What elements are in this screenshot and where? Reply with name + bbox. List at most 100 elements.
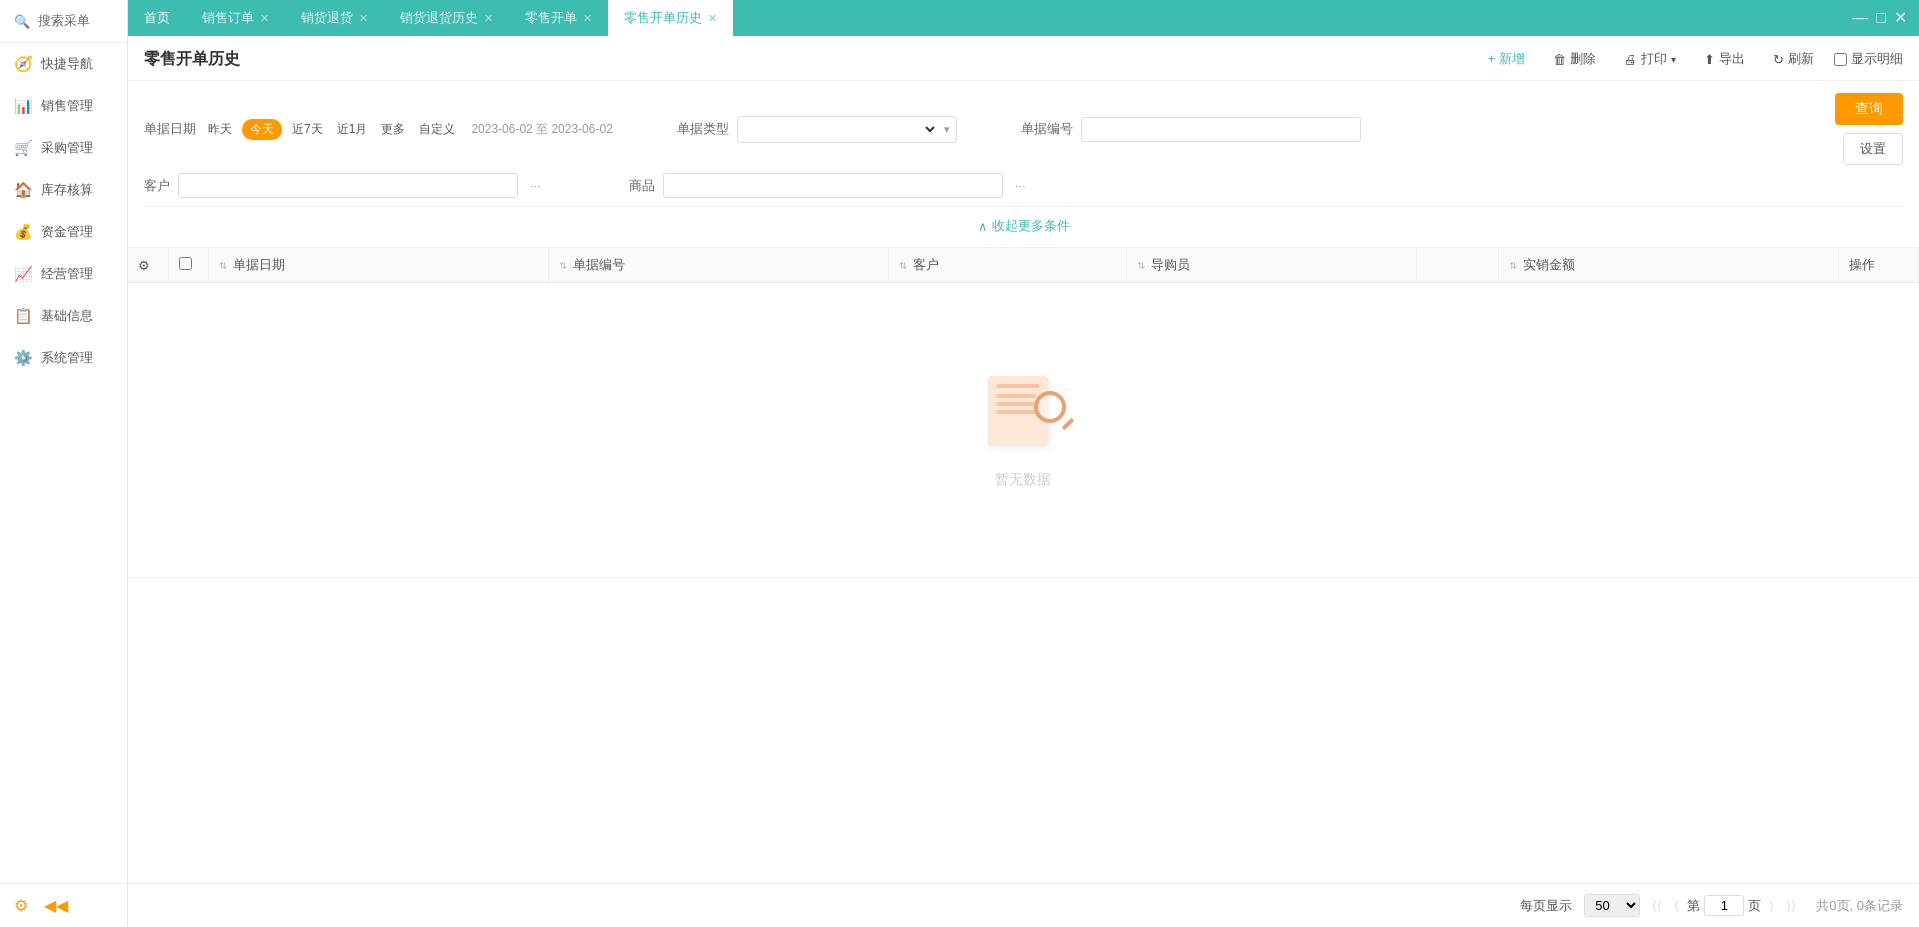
window-restore[interactable]: □ (1876, 10, 1886, 26)
date-yesterday[interactable]: 昨天 (204, 119, 236, 140)
filter-area: 单据日期 昨天 今天 近7天 近1月 更多 自定义 2023-06-02 至 2… (128, 81, 1919, 248)
tab-sales-order-close[interactable]: ✕ (260, 12, 269, 25)
table-header-row: ⚙ ⇅ 单据日期 ⇅ (128, 248, 1919, 283)
window-minimize[interactable]: — (1852, 10, 1868, 26)
date-more[interactable]: 更多 (377, 119, 409, 140)
sidebar-item-label: 快捷导航 (41, 55, 93, 73)
th-date: ⇅ 单据日期 (208, 248, 548, 283)
tab-sales-order[interactable]: 销售订单 ✕ (186, 0, 285, 36)
tab-sales-return-history[interactable]: 销货退货历史 ✕ (384, 0, 509, 36)
date-1month[interactable]: 近1月 (333, 119, 372, 140)
sidebar-item-label: 资金管理 (41, 223, 93, 241)
column-settings-icon[interactable]: ⚙ (138, 258, 150, 273)
table-body: 暂无数据 (128, 283, 1919, 578)
tab-retail-open[interactable]: 零售开单 ✕ (509, 0, 608, 36)
tab-home[interactable]: 首页 (128, 0, 186, 36)
page-last-btn[interactable]: ⟩⟩ (1782, 896, 1800, 915)
date-custom[interactable]: 自定义 (415, 119, 459, 140)
number-sort-icon[interactable]: ⇅ (559, 260, 567, 271)
date-7days[interactable]: 近7天 (288, 119, 327, 140)
cart-icon: 🛒 (14, 139, 33, 157)
export-button[interactable]: ⬆ 导出 (1696, 46, 1753, 72)
date-filter-group: 单据日期 昨天 今天 近7天 近1月 更多 自定义 2023-06-02 至 2… (144, 119, 613, 140)
page-prev-btn[interactable]: ⟨ (1670, 896, 1683, 915)
amount-sort-icon[interactable]: ⇅ (1509, 260, 1517, 271)
sidebar-item-quick-nav[interactable]: 🧭 快捷导航 (0, 43, 127, 85)
sidebar-item-sales-mgmt[interactable]: 📊 销售管理 (0, 85, 127, 127)
filter-row-2: 客户 ··· 商品 ··· (144, 173, 1903, 198)
export-icon: ⬆ (1704, 52, 1715, 67)
sidebar-item-basic-info[interactable]: 📋 基础信息 (0, 295, 127, 337)
sidebar-item-purchase-mgmt[interactable]: 🛒 采购管理 (0, 127, 127, 169)
new-button[interactable]: + 新增 (1480, 46, 1533, 72)
pagination: 每页显示 20 50 100 200 ⟨⟨ ⟨ 第 页 ⟩ ⟩⟩ 共0页, 0条… (128, 883, 1919, 927)
settings-button[interactable]: 设置 (1843, 133, 1903, 165)
window-controls: — □ ✕ (1852, 10, 1919, 26)
goods-dots-icon[interactable]: ··· (1011, 176, 1030, 195)
goods-filter-group: 商品 ··· (629, 173, 1030, 198)
date-filter-label: 单据日期 (144, 120, 196, 138)
date-today[interactable]: 今天 (242, 119, 282, 140)
collapse-button[interactable]: ∧ 收起更多条件 (144, 213, 1903, 239)
page-first-btn[interactable]: ⟨⟨ (1648, 896, 1666, 915)
query-button[interactable]: 查询 (1835, 93, 1903, 125)
type-filter-label: 单据类型 (677, 120, 729, 138)
sidebar-item-label: 基础信息 (41, 307, 93, 325)
tab-retail-history-label: 零售开单历史 (624, 9, 702, 27)
tab-retail-history[interactable]: 零售开单历史 ✕ (608, 0, 733, 36)
sidebar-item-sys-mgmt[interactable]: ⚙️ 系统管理 (0, 337, 127, 379)
content-area: 零售开单历史 + 新增 🗑 删除 🖨 打印 ▾ ⬆ 导出 (128, 36, 1919, 927)
refresh-button[interactable]: ↻ 刷新 (1765, 46, 1822, 72)
per-page-label: 每页显示 (1520, 897, 1572, 915)
goods-filter-label: 商品 (629, 177, 655, 195)
sidebar: 🔍 搜索采单 🧭 快捷导航 📊 销售管理 🛒 采购管理 🏠 库存核算 💰 资金管… (0, 0, 128, 927)
guide-sort-icon[interactable]: ⇅ (1137, 260, 1145, 271)
type-select-wrap: ▾ (737, 116, 957, 143)
customer-input[interactable] (178, 173, 518, 198)
query-settings-group: 查询 设置 (1835, 93, 1903, 165)
print-label: 打印 (1641, 50, 1667, 68)
window-close[interactable]: ✕ (1894, 10, 1907, 26)
sidebar-item-label: 经营管理 (41, 265, 93, 283)
date-sort-icon[interactable]: ⇅ (219, 260, 227, 271)
page-label: 页 (1748, 897, 1761, 915)
sidebar-item-operations[interactable]: 📈 经营管理 (0, 253, 127, 295)
collapse-label: 收起更多条件 (992, 217, 1070, 235)
sidebar-item-finance[interactable]: 💰 资金管理 (0, 211, 127, 253)
number-input[interactable] (1081, 117, 1361, 142)
sidebar-item-inventory[interactable]: 🏠 库存核算 (0, 169, 127, 211)
th-ops: 操作 (1839, 248, 1919, 283)
search-icon: 🔍 (14, 14, 30, 29)
delete-button[interactable]: 🗑 删除 (1545, 46, 1604, 72)
tab-sales-return[interactable]: 销货退货 ✕ (285, 0, 384, 36)
chart-icon: 📊 (14, 97, 33, 115)
sidebar-search[interactable]: 🔍 搜索采单 (0, 0, 127, 43)
type-select[interactable] (738, 117, 938, 142)
refresh-label: 刷新 (1788, 50, 1814, 68)
type-filter-group: 单据类型 ▾ (677, 116, 957, 143)
page-input[interactable] (1704, 895, 1744, 916)
tab-sales-return-history-close[interactable]: ✕ (484, 12, 493, 25)
customer-dots-icon[interactable]: ··· (526, 176, 545, 195)
tab-sales-return-close[interactable]: ✕ (359, 12, 368, 25)
tab-retail-open-close[interactable]: ✕ (583, 12, 592, 25)
tab-home-label: 首页 (144, 9, 170, 27)
sidebar-item-label: 销售管理 (41, 97, 93, 115)
collapse-up-icon: ∧ (978, 219, 988, 234)
page-size-select[interactable]: 20 50 100 200 (1584, 894, 1640, 917)
tab-retail-history-close[interactable]: ✕ (708, 12, 717, 25)
page-next-btn[interactable]: ⟩ (1765, 896, 1778, 915)
sidebar-bottom: ⚙ ◀◀ (0, 883, 127, 927)
goods-input[interactable] (663, 173, 1003, 198)
collapse-row: ∧ 收起更多条件 (144, 206, 1903, 239)
show-detail-toggle[interactable]: 显示明细 (1834, 50, 1903, 68)
tab-retail-open-label: 零售开单 (525, 9, 577, 27)
print-button[interactable]: 🖨 打印 ▾ (1616, 46, 1684, 72)
th-customer-label: 客户 (913, 256, 939, 274)
tab-sales-order-label: 销售订单 (202, 9, 254, 27)
customer-sort-icon[interactable]: ⇅ (899, 260, 907, 271)
show-detail-checkbox[interactable] (1834, 53, 1847, 66)
bottom-collapse-icon[interactable]: ◀◀ (44, 896, 68, 915)
bottom-gear-icon[interactable]: ⚙ (14, 896, 28, 915)
select-all-checkbox[interactable] (179, 257, 192, 270)
